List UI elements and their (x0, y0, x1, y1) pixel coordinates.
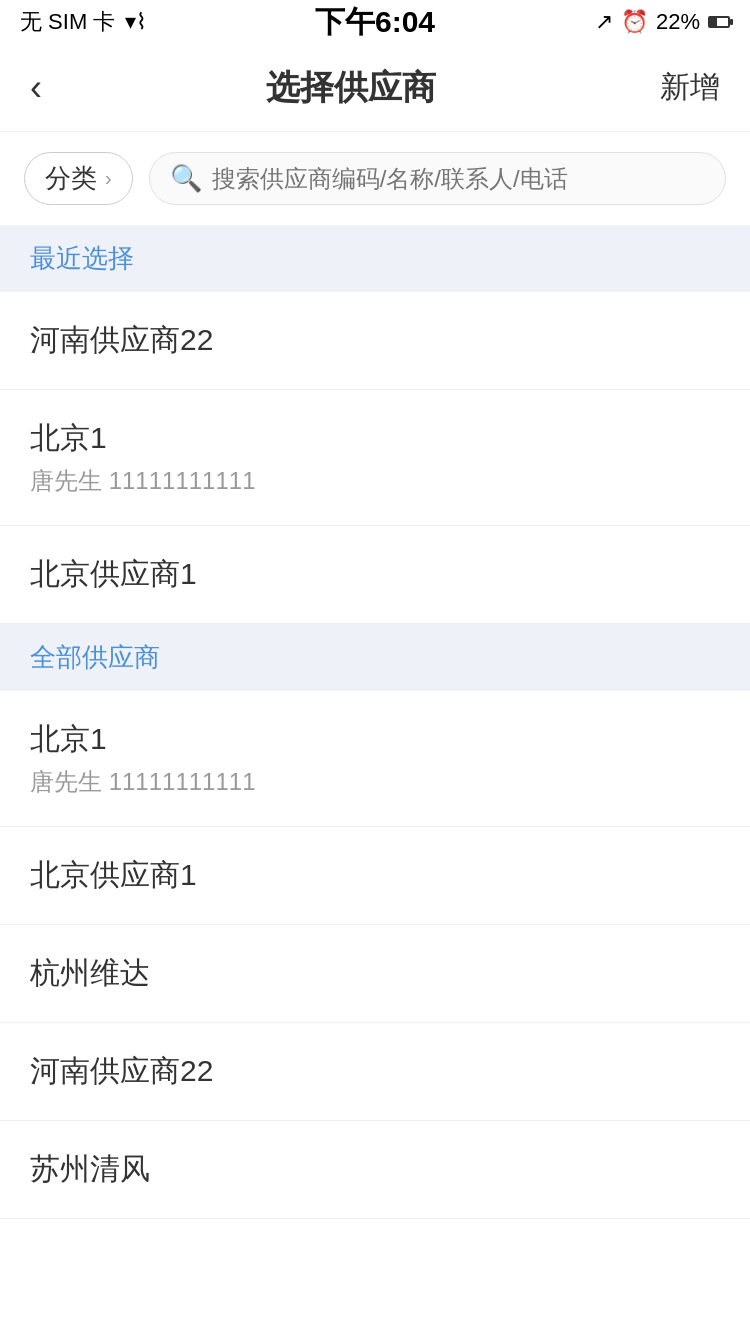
status-right: ↗ ⏰ 22% (595, 9, 730, 35)
status-time: 下午6:04 (315, 2, 435, 43)
back-button[interactable]: ‹ (30, 67, 42, 109)
list-item[interactable]: 河南供应商22 (0, 1023, 750, 1121)
search-box[interactable]: 🔍 (149, 152, 726, 205)
recent-section-label: 最近选择 (30, 243, 134, 273)
all-section-header: 全部供应商 (0, 624, 750, 691)
all-items-list: 北京1 唐先生 11111111111 北京供应商1 杭州维达 河南供应商22 … (0, 691, 750, 1219)
battery-text: 22% (656, 9, 700, 35)
item-name: 河南供应商22 (30, 1051, 720, 1092)
carrier-text: 无 SIM 卡 (20, 7, 115, 37)
nav-bar: ‹ 选择供应商 新增 (0, 44, 750, 132)
search-input[interactable] (212, 165, 705, 193)
item-name: 杭州维达 (30, 953, 720, 994)
battery-icon (708, 16, 730, 28)
search-icon: 🔍 (170, 163, 202, 194)
item-name: 北京1 (30, 418, 720, 459)
item-name: 苏州清风 (30, 1149, 720, 1190)
all-section-label: 全部供应商 (30, 642, 160, 672)
list-item[interactable]: 河南供应商22 (0, 292, 750, 390)
alarm-icon: ⏰ (621, 9, 648, 35)
item-sub: 唐先生 11111111111 (30, 465, 720, 497)
item-name: 北京供应商1 (30, 855, 720, 896)
item-name: 北京供应商1 (30, 554, 720, 595)
recent-section-header: 最近选择 (0, 225, 750, 292)
list-item[interactable]: 北京供应商1 (0, 526, 750, 624)
list-item[interactable]: 北京1 唐先生 11111111111 (0, 390, 750, 526)
status-bar: 无 SIM 卡 ▾⌇ 下午6:04 ↗ ⏰ 22% (0, 0, 750, 44)
page-title: 选择供应商 (266, 65, 436, 111)
recent-items-list: 河南供应商22 北京1 唐先生 11111111111 北京供应商1 (0, 292, 750, 624)
category-label: 分类 (45, 161, 97, 196)
wifi-icon: ▾⌇ (125, 9, 147, 35)
list-item[interactable]: 北京1 唐先生 11111111111 (0, 691, 750, 827)
location-icon: ↗ (595, 9, 613, 35)
item-sub: 唐先生 11111111111 (30, 766, 720, 798)
list-item[interactable]: 苏州清风 (0, 1121, 750, 1219)
filter-row: 分类 › 🔍 (0, 132, 750, 225)
item-name: 北京1 (30, 719, 720, 760)
add-button[interactable]: 新增 (660, 67, 720, 108)
status-left: 无 SIM 卡 ▾⌇ (20, 7, 147, 37)
item-name: 河南供应商22 (30, 320, 720, 361)
list-item[interactable]: 北京供应商1 (0, 827, 750, 925)
category-button[interactable]: 分类 › (24, 152, 133, 205)
list-item[interactable]: 杭州维达 (0, 925, 750, 1023)
chevron-right-icon: › (105, 167, 112, 190)
